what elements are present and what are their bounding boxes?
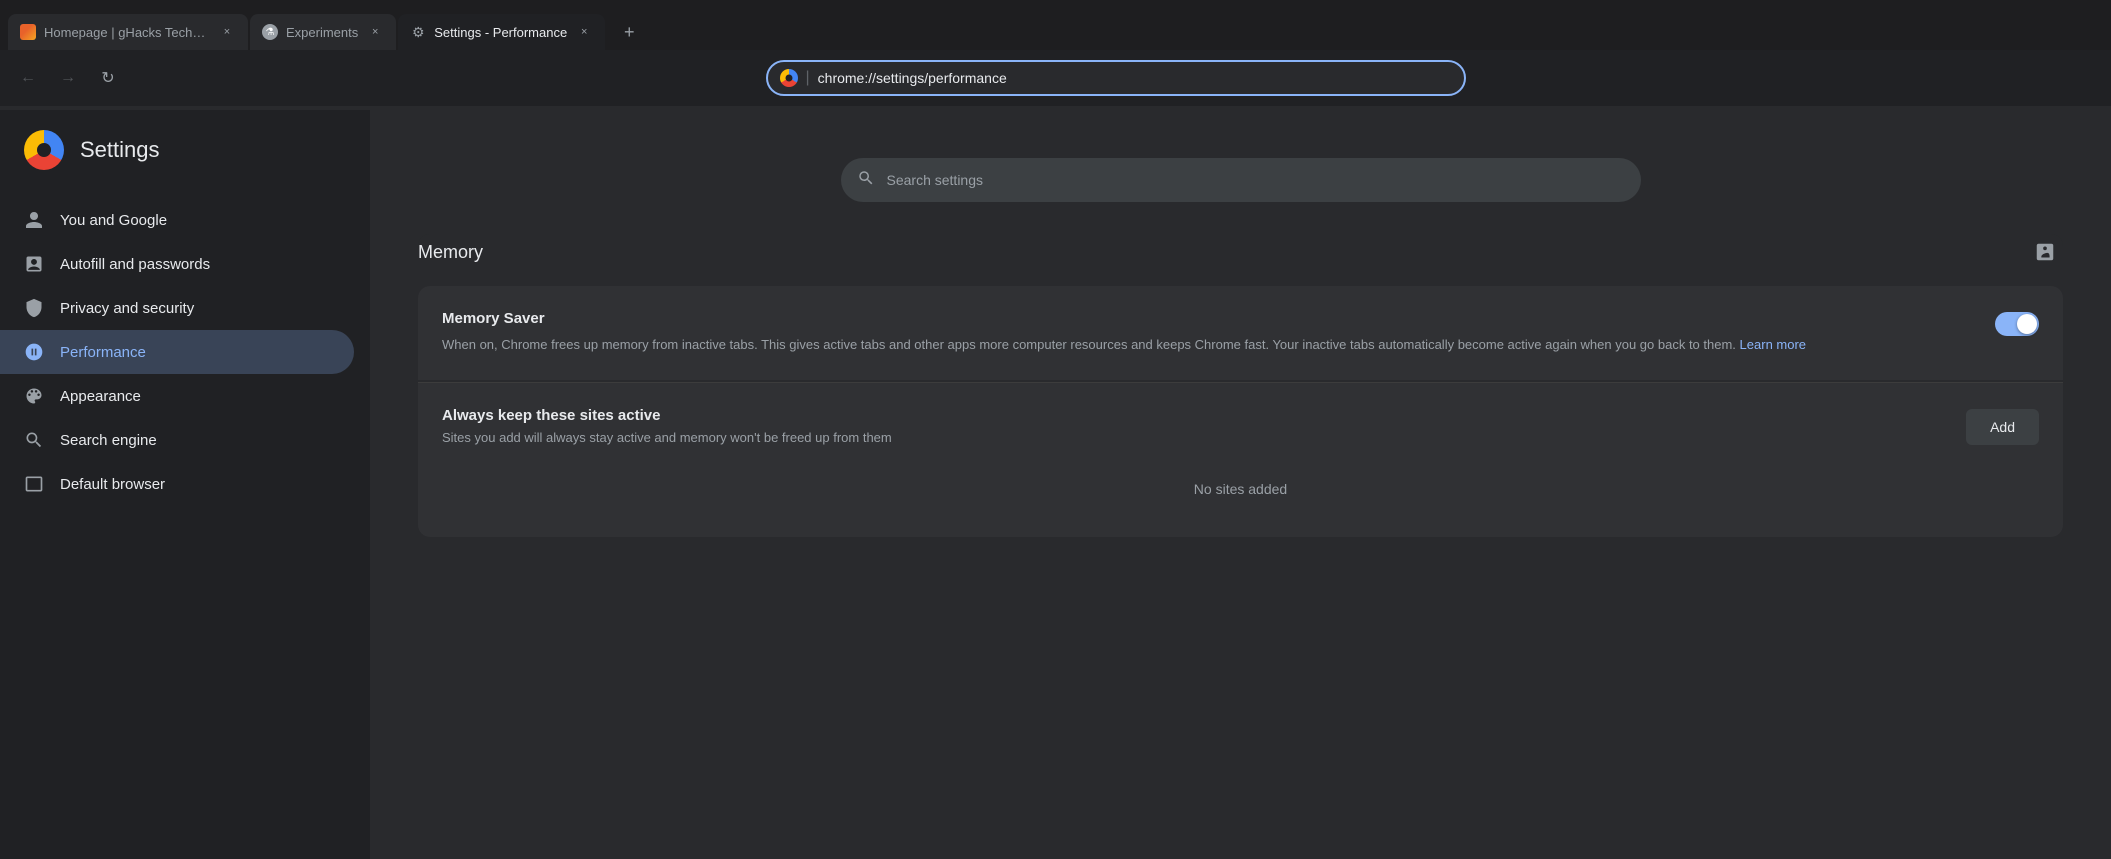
tab-experiments[interactable]: ⚗ Experiments × [250, 14, 396, 50]
new-tab-button[interactable]: + [611, 14, 647, 50]
tab-ghacks[interactable]: Homepage | gHacks Technology × [8, 14, 248, 50]
sidebar-label-default-browser: Default browser [60, 476, 165, 493]
main-content: Search settings Memory Memory Saver [370, 110, 2111, 859]
person-icon [24, 210, 44, 230]
tab-bar: Homepage | gHacks Technology × ⚗ Experim… [0, 0, 2111, 50]
learn-more-link[interactable]: Learn more [1740, 337, 1806, 352]
sidebar-item-appearance[interactable]: Appearance [0, 374, 354, 418]
tab-close-ghacks[interactable]: × [218, 23, 236, 41]
sidebar-item-autofill[interactable]: Autofill and passwords [0, 242, 354, 286]
url-separator: | [806, 69, 810, 87]
tab-title-experiments: Experiments [286, 25, 358, 40]
back-button[interactable]: ← [12, 62, 44, 94]
url-bar[interactable]: | chrome://settings/performance [766, 60, 1466, 96]
sidebar-item-search-engine[interactable]: Search engine [0, 418, 354, 462]
sidebar-item-you-and-google[interactable]: You and Google [0, 198, 354, 242]
memory-saver-content: Memory Saver When on, Chrome frees up me… [442, 310, 1979, 356]
browser-chrome: Homepage | gHacks Technology × ⚗ Experim… [0, 0, 2111, 110]
search-engine-icon [24, 430, 44, 450]
main-layout: Settings You and Google Autofill and pa [0, 110, 2111, 859]
memory-section: Memory Memory Saver When on, Chrome free… [418, 234, 2063, 537]
toggle-thumb [2017, 314, 2037, 334]
default-browser-icon [24, 474, 44, 494]
settings-search-bar[interactable]: Search settings [841, 158, 1641, 202]
memory-saver-description: When on, Chrome frees up memory from ina… [442, 335, 1979, 356]
always-active-description: Sites you add will always stay active an… [442, 430, 1950, 445]
sidebar-label-privacy: Privacy and security [60, 300, 194, 317]
memory-saver-row: Memory Saver When on, Chrome frees up me… [442, 310, 2039, 356]
search-placeholder: Search settings [887, 172, 984, 188]
tab-title-settings: Settings - Performance [434, 25, 567, 40]
sidebar-nav: You and Google Autofill and passwords Pr… [0, 190, 370, 506]
settings-chrome-icon [24, 130, 64, 170]
always-active-content: Always keep these sites active Sites you… [442, 407, 1950, 445]
always-active-title: Always keep these sites active [442, 407, 1950, 424]
sidebar-item-privacy[interactable]: Privacy and security [0, 286, 354, 330]
autofill-icon [24, 254, 44, 274]
forward-button[interactable]: → [52, 62, 84, 94]
tab-favicon-experiments: ⚗ [262, 24, 278, 40]
refresh-button[interactable]: ↻ [92, 62, 124, 94]
sidebar-label-you-and-google: You and Google [60, 212, 167, 229]
appearance-icon [24, 386, 44, 406]
tab-favicon-settings: ⚙ [410, 24, 426, 40]
url-text: chrome://settings/performance [818, 70, 1452, 86]
always-active-card: Always keep these sites active Sites you… [418, 383, 2063, 537]
tab-close-experiments[interactable]: × [366, 23, 384, 41]
tab-close-settings[interactable]: × [575, 23, 593, 41]
sidebar-label-autofill: Autofill and passwords [60, 256, 210, 273]
tab-settings[interactable]: ⚙ Settings - Performance × [398, 14, 605, 50]
sidebar-item-performance[interactable]: Performance [0, 330, 354, 374]
sidebar: Settings You and Google Autofill and pa [0, 110, 370, 859]
memory-info-button[interactable] [2027, 234, 2063, 270]
memory-section-header: Memory [418, 234, 2063, 270]
performance-icon [24, 342, 44, 362]
address-bar: ← → ↻ | chrome://settings/performance [0, 50, 2111, 106]
tab-favicon-ghacks [20, 24, 36, 40]
always-active-row: Always keep these sites active Sites you… [442, 407, 2039, 445]
search-icon [857, 169, 875, 192]
chrome-icon [780, 69, 798, 87]
memory-saver-card: Memory Saver When on, Chrome frees up me… [418, 286, 2063, 380]
page-search-container: Search settings [418, 142, 2063, 234]
memory-section-title: Memory [418, 242, 483, 263]
tab-title-ghacks: Homepage | gHacks Technology [44, 25, 210, 40]
memory-saver-toggle[interactable] [1995, 312, 2039, 336]
sidebar-label-performance: Performance [60, 344, 146, 361]
sidebar-item-default-browser[interactable]: Default browser [0, 462, 354, 506]
settings-header: Settings [0, 110, 370, 190]
no-sites-text: No sites added [442, 465, 2039, 513]
add-site-button[interactable]: Add [1966, 409, 2039, 445]
sidebar-label-search-engine: Search engine [60, 432, 157, 449]
settings-title: Settings [80, 137, 160, 163]
sidebar-label-appearance: Appearance [60, 388, 141, 405]
memory-saver-title: Memory Saver [442, 310, 1979, 327]
shield-icon [24, 298, 44, 318]
